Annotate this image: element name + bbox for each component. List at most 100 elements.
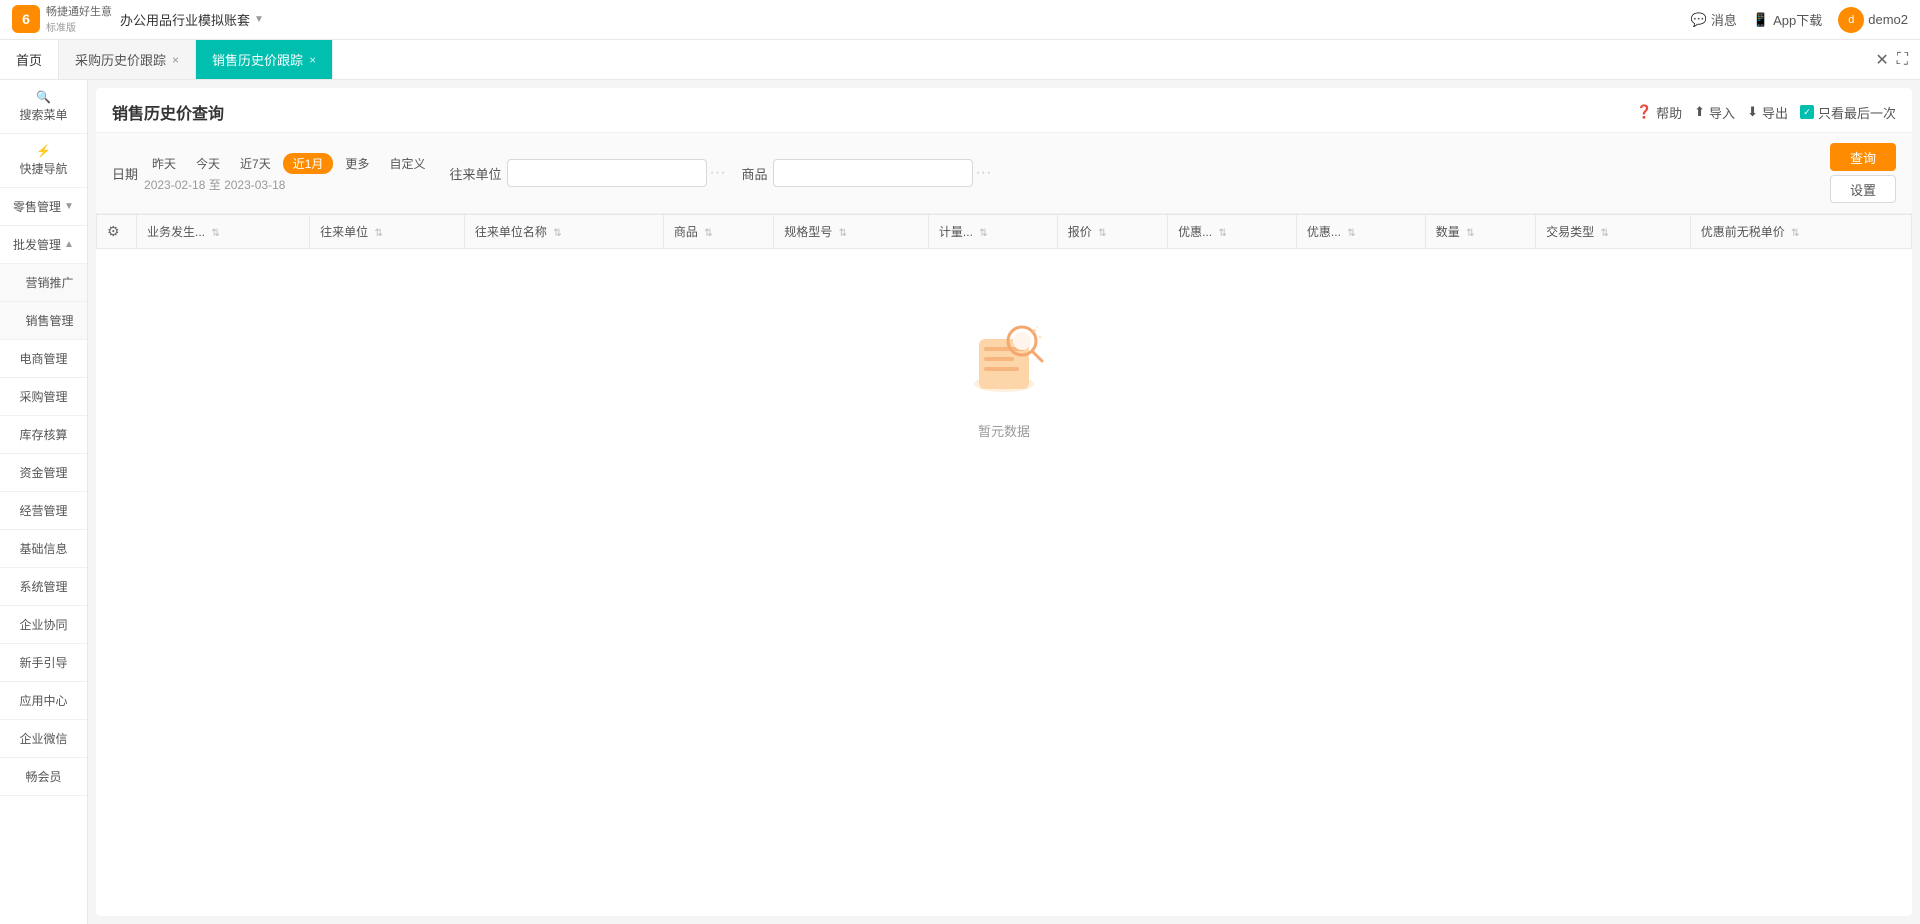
page-container: 销售历史价查询 ❓ 帮助 ⬆ 导入 ⬇ 导出 ✓ xyxy=(96,88,1912,916)
sort-icon[interactable]: ⇅ xyxy=(1600,228,1608,239)
tab-bar: 首页 采购历史价跟踪 × 销售历史价跟踪 × ✕ ⛶ xyxy=(0,40,1920,80)
sort-icon[interactable]: ⇅ xyxy=(1218,228,1226,239)
user-profile[interactable]: d demo2 xyxy=(1838,7,1908,33)
col-spec: 规格型号 ⇅ xyxy=(774,215,929,249)
sidebar-label-finance: 资金管理 xyxy=(19,464,67,481)
sidebar-label-enterprise: 企业协同 xyxy=(19,616,67,633)
sidebar-item-inventory[interactable]: 库存核算 xyxy=(0,416,87,454)
sidebar-item-system[interactable]: 系统管理 xyxy=(0,568,87,606)
avatar: d xyxy=(1838,7,1864,33)
message-icon: 💬 xyxy=(1691,12,1707,28)
date-btn-custom[interactable]: 自定义 xyxy=(381,153,433,174)
gear-icon[interactable]: ⚙ xyxy=(107,223,120,239)
sidebar-item-operations[interactable]: 经营管理 xyxy=(0,492,87,530)
sidebar-label-wechat: 企业微信 xyxy=(19,730,67,747)
sort-icon[interactable]: ⇅ xyxy=(211,228,219,239)
tab-sales-history[interactable]: 销售历史价跟踪 × xyxy=(196,40,333,79)
app-download-button[interactable]: 📱 App下载 xyxy=(1753,10,1822,29)
partner-search-icon[interactable]: ··· xyxy=(709,164,725,182)
date-range-display: 2023-02-18 至 2023-03-18 xyxy=(144,176,433,193)
export-button[interactable]: ⬇ 导出 xyxy=(1747,103,1788,122)
sort-icon[interactable]: ⇅ xyxy=(553,228,561,239)
date-btn-1month[interactable]: 近1月 xyxy=(283,153,334,174)
sidebar-label-purchase: 采购管理 xyxy=(19,388,67,405)
col-spec-label: 规格型号 xyxy=(784,225,832,239)
sort-icon[interactable]: ⇅ xyxy=(1466,228,1474,239)
empty-text: 暂元数据 xyxy=(978,421,1030,440)
query-button[interactable]: 查询 xyxy=(1830,143,1896,171)
sidebar-item-enterprise[interactable]: 企业协同 xyxy=(0,606,87,644)
sort-icon[interactable]: ⇅ xyxy=(839,228,847,239)
sidebar-item-wholesale[interactable]: 批发管理 ▲ xyxy=(0,226,87,264)
close-window-button[interactable]: ✕ xyxy=(1875,50,1888,70)
sidebar-item-retail[interactable]: 零售管理 ▼ xyxy=(0,188,87,226)
app-icon: 📱 xyxy=(1753,12,1769,28)
sidebar-item-sales[interactable]: 销售管理 xyxy=(0,302,87,340)
maximize-button[interactable]: ⛶ xyxy=(1897,51,1908,69)
sidebar-item-marketing[interactable]: 营销推广 xyxy=(0,264,87,302)
sidebar-label-ecommerce: 电商管理 xyxy=(19,350,67,367)
message-button[interactable]: 💬 消息 xyxy=(1691,10,1737,29)
only-last-checkbox[interactable]: ✓ 只看最后一次 xyxy=(1800,103,1896,122)
help-button[interactable]: ❓ 帮助 xyxy=(1636,103,1682,122)
workspace-name: 办公用品行业模拟账套 xyxy=(120,10,250,29)
col-unit: 计量... ⇅ xyxy=(928,215,1057,249)
date-btn-yesterday[interactable]: 昨天 xyxy=(144,153,184,174)
username: demo2 xyxy=(1868,12,1908,27)
tab-purchase-history[interactable]: 采购历史价跟踪 × xyxy=(59,40,196,79)
sort-icon[interactable]: ⇅ xyxy=(979,228,987,239)
col-quantity: 数量 ⇅ xyxy=(1425,215,1535,249)
col-pre-tax-price: 优惠前无税单价 ⇅ xyxy=(1690,215,1911,249)
sidebar-label-marketing: 营销推广 xyxy=(25,274,73,291)
col-trade-type-label: 交易类型 xyxy=(1546,225,1594,239)
logo-area: 6 畅捷通好生意 标准版 xyxy=(12,5,112,34)
sidebar-item-finance[interactable]: 资金管理 xyxy=(0,454,87,492)
sidebar-item-wechat[interactable]: 企业微信 xyxy=(0,720,87,758)
sort-icon[interactable]: ⇅ xyxy=(1791,228,1799,239)
tab-home-label: 首页 xyxy=(16,50,42,69)
page-title: 销售历史价查询 xyxy=(112,100,224,124)
sort-icon[interactable]: ⇅ xyxy=(704,228,712,239)
sidebar-item-guide[interactable]: 新手引导 xyxy=(0,644,87,682)
sidebar-item-quick-nav[interactable]: ⚡ 快捷导航 xyxy=(0,134,87,188)
product-input[interactable] xyxy=(773,159,973,187)
col-partner-code: 往来单位 ⇅ xyxy=(310,215,465,249)
sidebar-label-app-center: 应用中心 xyxy=(19,692,67,709)
sidebar-item-ecommerce[interactable]: 电商管理 xyxy=(0,340,87,378)
filter-bar: 日期 昨天 今天 近7天 近1月 更多 自定义 2023-02-18 至 202… xyxy=(96,133,1912,214)
page-header: 销售历史价查询 ❓ 帮助 ⬆ 导入 ⬇ 导出 ✓ xyxy=(96,88,1912,133)
sidebar-item-search[interactable]: 🔍 搜索菜单 xyxy=(0,80,87,134)
sidebar-label-basic: 基础信息 xyxy=(19,540,67,557)
workspace-selector[interactable]: 办公用品行业模拟账套 ▼ xyxy=(120,10,264,29)
sidebar-item-purchase[interactable]: 采购管理 xyxy=(0,378,87,416)
date-btn-7days[interactable]: 近7天 xyxy=(232,153,279,174)
sort-icon[interactable]: ⇅ xyxy=(1098,228,1106,239)
empty-state: 暂元数据 xyxy=(96,249,1912,500)
header-left: 6 畅捷通好生意 标准版 办公用品行业模拟账套 ▼ xyxy=(12,5,264,34)
sidebar-item-app-center[interactable]: 应用中心 xyxy=(0,682,87,720)
logo-title: 畅捷通好生意 xyxy=(46,5,112,19)
sidebar-item-member[interactable]: 畅会员 xyxy=(0,758,87,796)
sort-icon[interactable]: ⇅ xyxy=(375,228,383,239)
settings-button[interactable]: 设置 xyxy=(1830,175,1896,203)
import-button[interactable]: ⬆ 导入 xyxy=(1694,103,1735,122)
sidebar-label-member: 畅会员 xyxy=(25,768,61,785)
sidebar-label-operations: 经营管理 xyxy=(19,502,67,519)
partner-filter-group: 往来单位 ··· xyxy=(449,159,725,187)
partner-input[interactable] xyxy=(507,159,707,187)
sidebar-item-basic[interactable]: 基础信息 xyxy=(0,530,87,568)
import-label: 导入 xyxy=(1709,103,1735,122)
col-biz-date: 业务发生... ⇅ xyxy=(137,215,310,249)
table-area: ⚙ 业务发生... ⇅ 往来单位 ⇅ 往来单位名称 xyxy=(96,214,1912,916)
tab-purchase-label: 采购历史价跟踪 xyxy=(75,50,166,69)
col-unit-label: 计量... xyxy=(939,225,973,239)
date-btn-more[interactable]: 更多 xyxy=(337,153,377,174)
sort-icon[interactable]: ⇅ xyxy=(1347,228,1355,239)
product-search-icon[interactable]: ··· xyxy=(975,164,991,182)
page-actions: ❓ 帮助 ⬆ 导入 ⬇ 导出 ✓ 只看最后一次 xyxy=(1636,103,1896,122)
tab-home[interactable]: 首页 xyxy=(0,40,59,79)
date-btn-today[interactable]: 今天 xyxy=(188,153,228,174)
only-last-label: 只看最后一次 xyxy=(1818,103,1896,122)
close-icon[interactable]: × xyxy=(309,53,316,67)
close-icon[interactable]: × xyxy=(172,53,179,67)
